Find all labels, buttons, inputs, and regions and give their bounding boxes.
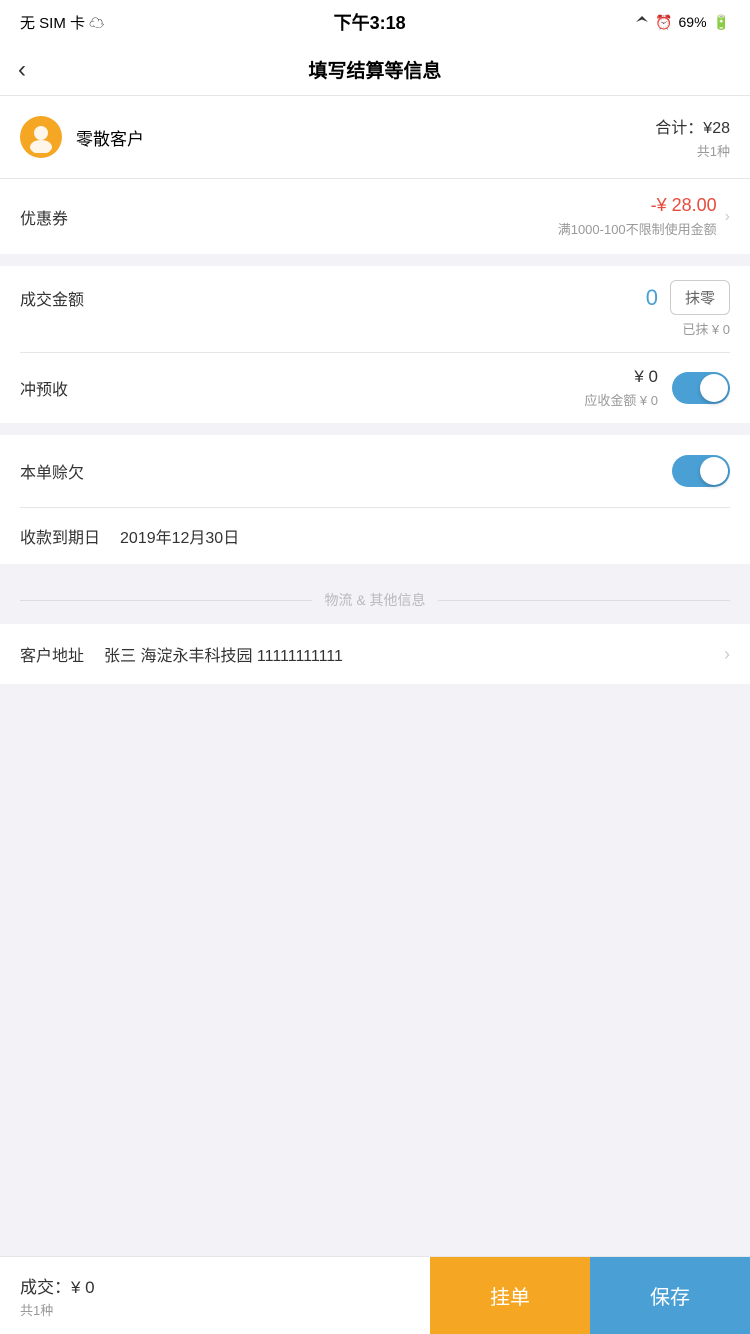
round-button[interactable]: 抹零	[670, 280, 730, 315]
status-bar: 无 SIM 卡 ☁ 下午3:18 ⏰ 69% 🔋	[0, 0, 750, 44]
toggle-knob	[700, 374, 728, 402]
save-button[interactable]: 保存	[590, 1257, 750, 1334]
logistics-divider: 物流 & 其他信息	[0, 576, 750, 624]
amount-sub-label: 已抹 ¥ 0	[20, 319, 730, 338]
hold-button[interactable]: 挂单	[430, 1257, 590, 1334]
debt-section: 本单赊欠 收款到期日 2019年12月30日	[0, 435, 750, 564]
page-content: 零散客户 合计：¥28 共1种 优惠券 -¥ 28.00 满1000-100不限…	[0, 96, 750, 776]
battery-icon: 🔋	[713, 14, 730, 31]
customer-row: 零散客户 合计：¥28 共1种	[0, 96, 750, 178]
alarm-icon: ⏰	[655, 14, 672, 31]
sim-status: 无 SIM 卡 ☁	[20, 12, 104, 33]
customer-name: 零散客户	[76, 125, 144, 150]
coupon-chevron-icon: ›	[725, 208, 730, 226]
customer-avatar	[20, 116, 62, 158]
logistics-label: 物流 & 其他信息	[324, 590, 425, 610]
customer-info: 零散客户	[20, 116, 144, 158]
coupon-info: -¥ 28.00 满1000-100不限制使用金额	[558, 195, 717, 238]
coupon-discount: -¥ 28.00	[558, 195, 717, 216]
address-value: 张三 海淀永丰科技园 11111111111	[104, 642, 704, 666]
customer-section: 零散客户 合计：¥28 共1种 优惠券 -¥ 28.00 满1000-100不限…	[0, 96, 750, 254]
due-date-value: 2019年12月30日	[120, 524, 239, 548]
prepay-toggle[interactable]	[672, 372, 730, 404]
bottom-deal-amount: ¥ 0	[71, 1278, 95, 1297]
amount-row: 成交金额 0 抹零 已抹 ¥ 0	[0, 266, 750, 352]
customer-total: 合计：¥28 共1种	[655, 114, 730, 160]
bottom-info: 成交：¥ 0 共1种	[0, 1273, 430, 1319]
coupon-right: -¥ 28.00 满1000-100不限制使用金额 ›	[558, 195, 730, 238]
prepay-info: ¥ 0 应收金额 ¥ 0	[584, 367, 658, 409]
coupon-label: 优惠券	[20, 205, 68, 229]
bottom-deal: 成交：¥ 0	[20, 1273, 410, 1298]
address-section: 客户地址 张三 海淀永丰科技园 11111111111 ›	[0, 624, 750, 684]
address-label: 客户地址	[20, 642, 84, 666]
nav-bar: ‹ 填写结算等信息	[0, 44, 750, 96]
prepay-amount: ¥ 0	[584, 367, 658, 387]
debt-toggle[interactable]	[672, 455, 730, 487]
toggle-knob	[700, 457, 728, 485]
amount-right: 0 抹零	[646, 280, 730, 315]
coupon-desc: 满1000-100不限制使用金额	[558, 219, 717, 238]
total-amount: 合计：¥28	[655, 114, 730, 138]
page-title: 填写结算等信息	[308, 56, 441, 83]
prepay-sub: 应收金额 ¥ 0	[584, 390, 658, 409]
address-row[interactable]: 客户地址 张三 海淀永丰科技园 11111111111 ›	[0, 624, 750, 684]
logistics-line: 物流 & 其他信息	[20, 590, 730, 610]
status-right: ⏰ 69% 🔋	[635, 14, 730, 31]
amount-label: 成交金额	[20, 286, 84, 310]
debt-row: 本单赊欠	[0, 435, 750, 507]
debt-label: 本单赊欠	[20, 459, 84, 483]
prepay-right: ¥ 0 应收金额 ¥ 0	[584, 367, 730, 409]
status-left: 无 SIM 卡 ☁	[20, 12, 104, 33]
status-time: 下午3:18	[334, 9, 406, 35]
location-icon	[635, 15, 649, 29]
transaction-section: 成交金额 0 抹零 已抹 ¥ 0 冲预收 ¥ 0 应收金额 ¥ 0	[0, 266, 750, 423]
back-button[interactable]: ‹	[18, 56, 26, 84]
battery-level: 69%	[679, 14, 707, 30]
due-date-row: 收款到期日 2019年12月30日	[0, 508, 750, 564]
bottom-deal-label: 成交：	[20, 1278, 71, 1297]
amount-value: 0	[646, 285, 658, 311]
amount-top: 成交金额 0 抹零	[20, 280, 730, 315]
prepay-label: 冲预收	[20, 376, 68, 400]
due-date-label: 收款到期日	[20, 524, 100, 548]
prepay-row: 冲预收 ¥ 0 应收金额 ¥ 0	[0, 353, 750, 423]
address-chevron-icon: ›	[724, 644, 730, 665]
coupon-row[interactable]: 优惠券 -¥ 28.00 满1000-100不限制使用金额 ›	[0, 179, 750, 254]
bottom-count: 共1种	[20, 1300, 410, 1319]
bottom-bar: 成交：¥ 0 共1种 挂单 保存	[0, 1256, 750, 1334]
total-count: 共1种	[655, 141, 730, 160]
